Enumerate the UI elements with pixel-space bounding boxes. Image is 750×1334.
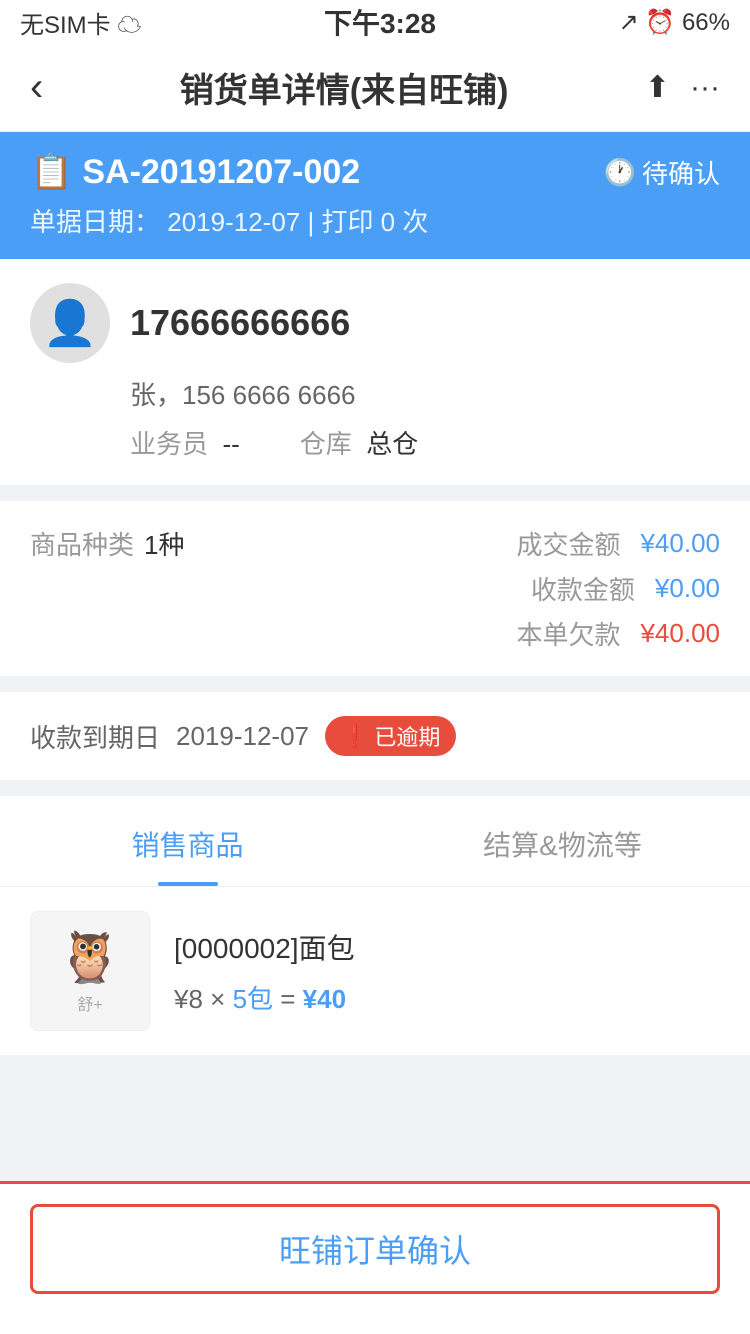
product-total: ¥40 <box>303 984 346 1014</box>
product-info: [0000002]面包 ¥8 × 5包 = ¥40 <box>174 927 720 1016</box>
share-icon[interactable]: ⬆ <box>645 70 670 105</box>
transaction-amount-row: 成交金额 ¥40.00 <box>516 525 720 562</box>
product-thumb-icon: 🦉 <box>59 928 121 987</box>
back-button[interactable]: ‹ <box>30 65 43 110</box>
tab-settlement[interactable]: 结算&物流等 <box>375 796 750 886</box>
order-date-row: 单据日期： 2019-12-07 | 打印 0 次 <box>30 202 720 239</box>
customer-name: 张，156 6666 6666 <box>130 375 720 412</box>
product-item: 🦉 舒+ [0000002]面包 ¥8 × 5包 = ¥40 <box>0 887 750 1055</box>
tab-sales-products[interactable]: 销售商品 <box>0 796 375 886</box>
overdue-label: 已逾期 <box>374 720 440 752</box>
warehouse-value: 总仓 <box>366 429 418 459</box>
transaction-amount: ¥40.00 <box>640 528 720 559</box>
product-type-value: 1种 <box>144 525 184 562</box>
product-qty: 5包 <box>233 984 273 1014</box>
customer-meta: 业务员 -- 仓库 总仓 <box>130 424 720 461</box>
avatar: 👤 <box>30 283 110 363</box>
bottom-bar: 旺铺订单确认 <box>0 1181 750 1334</box>
sim-status: 无SIM卡 ☁ <box>20 5 141 40</box>
confirm-button[interactable]: 旺铺订单确认 <box>30 1204 720 1294</box>
order-status: 🕐 待确认 <box>604 154 720 191</box>
summary-right: 成交金额 ¥40.00 收款金额 ¥0.00 本单欠款 ¥40.00 <box>516 525 720 652</box>
product-type-label: 商品种类 <box>30 525 134 562</box>
order-id-icon: 📋 <box>30 152 72 192</box>
status-right: ↗ ⏰ 66% <box>619 8 730 37</box>
balance-label: 本单欠款 <box>516 615 620 652</box>
nav-bar: ‹ 销货单详情(来自旺铺) ⬆ ··· <box>0 44 750 132</box>
tabs-row: 销售商品 结算&物流等 <box>0 796 750 887</box>
product-thumbnail: 🦉 舒+ <box>30 911 150 1031</box>
due-date-section: 收款到期日 2019-12-07 ❗ 已逾期 <box>0 692 750 780</box>
product-price: ¥8 × 5包 = ¥40 <box>174 979 720 1016</box>
avatar-icon: 👤 <box>43 297 98 349</box>
status-bar: 无SIM卡 ☁ 下午3:28 ↗ ⏰ 66% <box>0 0 750 44</box>
battery-status: ↗ ⏰ 66% <box>619 8 730 37</box>
customer-section: 👤 17666666666 张，156 6666 6666 业务员 -- 仓库 … <box>0 259 750 485</box>
order-header: 📋 SA-20191207-002 🕐 待确认 单据日期： 2019-12-07… <box>0 132 750 259</box>
customer-phone: 17666666666 <box>130 302 350 344</box>
sales-value: -- <box>222 429 239 459</box>
due-date-label: 收款到期日 <box>30 718 160 755</box>
warehouse-label: 仓库 <box>300 429 352 459</box>
balance-amount-row: 本单欠款 ¥40.00 <box>516 615 720 652</box>
due-date-value: 2019-12-07 <box>176 721 309 752</box>
received-amount-row: 收款金额 ¥0.00 <box>531 570 720 607</box>
nav-right: ⬆ ··· <box>645 70 720 105</box>
summary-section: 商品种类 1种 成交金额 ¥40.00 收款金额 ¥0.00 本单欠款 ¥40.… <box>0 501 750 676</box>
page-title: 销货单详情(来自旺铺) <box>180 63 509 112</box>
transaction-label: 成交金额 <box>516 525 620 562</box>
overdue-icon: ❗ <box>341 723 368 749</box>
summary-left: 商品种类 1种 <box>30 525 516 562</box>
product-thumb-text: 舒+ <box>59 991 121 1015</box>
sales-label: 业务员 <box>130 429 208 459</box>
nav-left: ‹ <box>30 65 43 110</box>
order-id: 📋 SA-20191207-002 <box>30 152 360 192</box>
overdue-badge: ❗ 已逾期 <box>325 716 456 756</box>
clock-icon: 🕐 <box>604 157 636 188</box>
received-amount: ¥0.00 <box>655 573 720 604</box>
more-icon[interactable]: ··· <box>690 71 720 105</box>
product-name: [0000002]面包 <box>174 927 720 967</box>
tabs-section: 销售商品 结算&物流等 🦉 舒+ [0000002]面包 ¥8 × 5包 = ¥… <box>0 796 750 1055</box>
received-label: 收款金额 <box>531 570 635 607</box>
balance-amount: ¥40.00 <box>640 618 720 649</box>
status-left: 无SIM卡 ☁ <box>20 5 141 40</box>
status-time: 下午3:28 <box>324 2 436 42</box>
